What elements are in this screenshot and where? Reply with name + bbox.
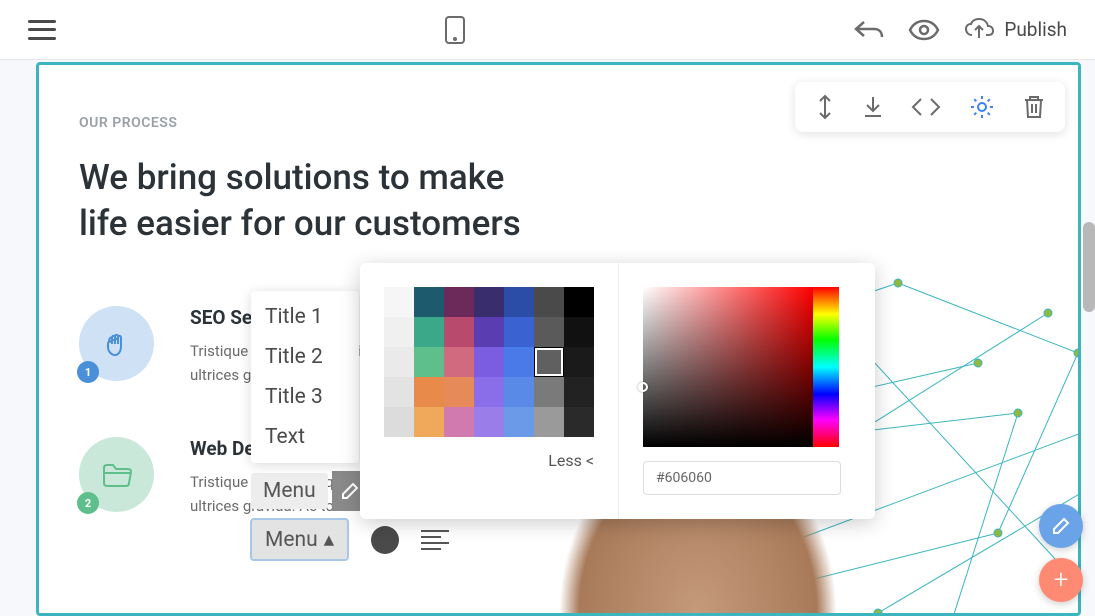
caret-up-icon: ▴ bbox=[324, 527, 335, 552]
text-align-icon[interactable] bbox=[421, 528, 449, 552]
section-headline: We bring solutions to make life easier f… bbox=[79, 155, 559, 246]
color-swatch[interactable] bbox=[384, 407, 414, 437]
grab-icon: 1 bbox=[79, 306, 154, 381]
dropdown-title3[interactable]: Title 3 bbox=[251, 377, 359, 417]
less-toggle[interactable]: Less < bbox=[384, 451, 594, 470]
sv-cursor[interactable] bbox=[638, 382, 648, 392]
color-swatch[interactable] bbox=[564, 317, 594, 347]
menu-dropdown-button[interactable]: Menu▴ bbox=[250, 518, 349, 561]
dropdown-text[interactable]: Text bbox=[251, 417, 359, 457]
color-swatch[interactable] bbox=[474, 317, 504, 347]
topbar: Publish bbox=[0, 0, 1095, 60]
color-swatch[interactable] bbox=[534, 407, 564, 437]
color-swatch[interactable] bbox=[384, 317, 414, 347]
download-icon[interactable] bbox=[863, 95, 883, 119]
color-swatch[interactable] bbox=[504, 377, 534, 407]
color-swatch[interactable] bbox=[504, 407, 534, 437]
dropdown-title2[interactable]: Title 2 bbox=[251, 337, 359, 377]
color-swatch[interactable] bbox=[444, 377, 474, 407]
color-swatch[interactable] bbox=[474, 347, 504, 377]
color-swatch[interactable] bbox=[384, 287, 414, 317]
fab-edit-button[interactable] bbox=[1039, 504, 1083, 548]
color-swatch[interactable] bbox=[534, 377, 564, 407]
color-swatch[interactable] bbox=[444, 287, 474, 317]
saturation-value-box[interactable] bbox=[643, 287, 813, 447]
color-swatch[interactable] bbox=[414, 287, 444, 317]
color-swatch[interactable] bbox=[384, 347, 414, 377]
preview-eye-icon[interactable] bbox=[908, 19, 940, 41]
text-style-dropdown: Title 1 Title 2 Title 3 Text bbox=[251, 291, 359, 463]
section-toolbar bbox=[795, 82, 1065, 132]
publish-button[interactable]: Publish bbox=[964, 18, 1067, 42]
color-swatch[interactable] bbox=[444, 347, 474, 377]
color-swatch[interactable] bbox=[564, 347, 594, 377]
color-swatch[interactable] bbox=[474, 407, 504, 437]
hue-slider[interactable] bbox=[813, 287, 839, 447]
color-swatch[interactable] bbox=[474, 287, 504, 317]
menu-icon[interactable] bbox=[28, 20, 56, 40]
scrollbar[interactable] bbox=[1083, 222, 1095, 312]
color-swatch[interactable] bbox=[504, 347, 534, 377]
color-picker-popover: Less < bbox=[360, 263, 875, 519]
color-swatch[interactable] bbox=[414, 407, 444, 437]
publish-label: Publish bbox=[1004, 18, 1067, 41]
delete-trash-icon[interactable] bbox=[1023, 94, 1045, 120]
dropdown-title1[interactable]: Title 1 bbox=[251, 297, 359, 337]
text-color-button[interactable] bbox=[371, 526, 399, 554]
color-swatch[interactable] bbox=[414, 377, 444, 407]
color-swatch[interactable] bbox=[414, 317, 444, 347]
color-swatch[interactable] bbox=[534, 287, 564, 317]
service-badge: 1 bbox=[77, 361, 99, 383]
hex-input[interactable] bbox=[643, 461, 841, 495]
color-swatch[interactable] bbox=[564, 287, 594, 317]
color-swatch[interactable] bbox=[384, 377, 414, 407]
code-icon[interactable] bbox=[911, 97, 941, 117]
color-swatch[interactable] bbox=[504, 287, 534, 317]
color-swatch[interactable] bbox=[444, 317, 474, 347]
undo-icon[interactable] bbox=[854, 18, 884, 42]
mobile-preview-icon[interactable] bbox=[444, 15, 466, 45]
color-swatch[interactable] bbox=[474, 377, 504, 407]
settings-gear-icon[interactable] bbox=[969, 94, 995, 120]
swatch-grid bbox=[384, 287, 594, 437]
fab-add-button[interactable]: + bbox=[1039, 558, 1083, 602]
color-swatch[interactable] bbox=[564, 377, 594, 407]
move-vertical-icon[interactable] bbox=[815, 94, 835, 120]
color-swatch[interactable] bbox=[534, 347, 564, 377]
color-swatch[interactable] bbox=[534, 317, 564, 347]
color-swatch[interactable] bbox=[444, 407, 474, 437]
folder-icon: 2 bbox=[79, 437, 154, 512]
menu-button[interactable]: Menu bbox=[251, 473, 328, 509]
color-swatch[interactable] bbox=[564, 407, 594, 437]
color-swatch[interactable] bbox=[504, 317, 534, 347]
service-badge: 2 bbox=[77, 492, 99, 514]
color-swatch[interactable] bbox=[414, 347, 444, 377]
